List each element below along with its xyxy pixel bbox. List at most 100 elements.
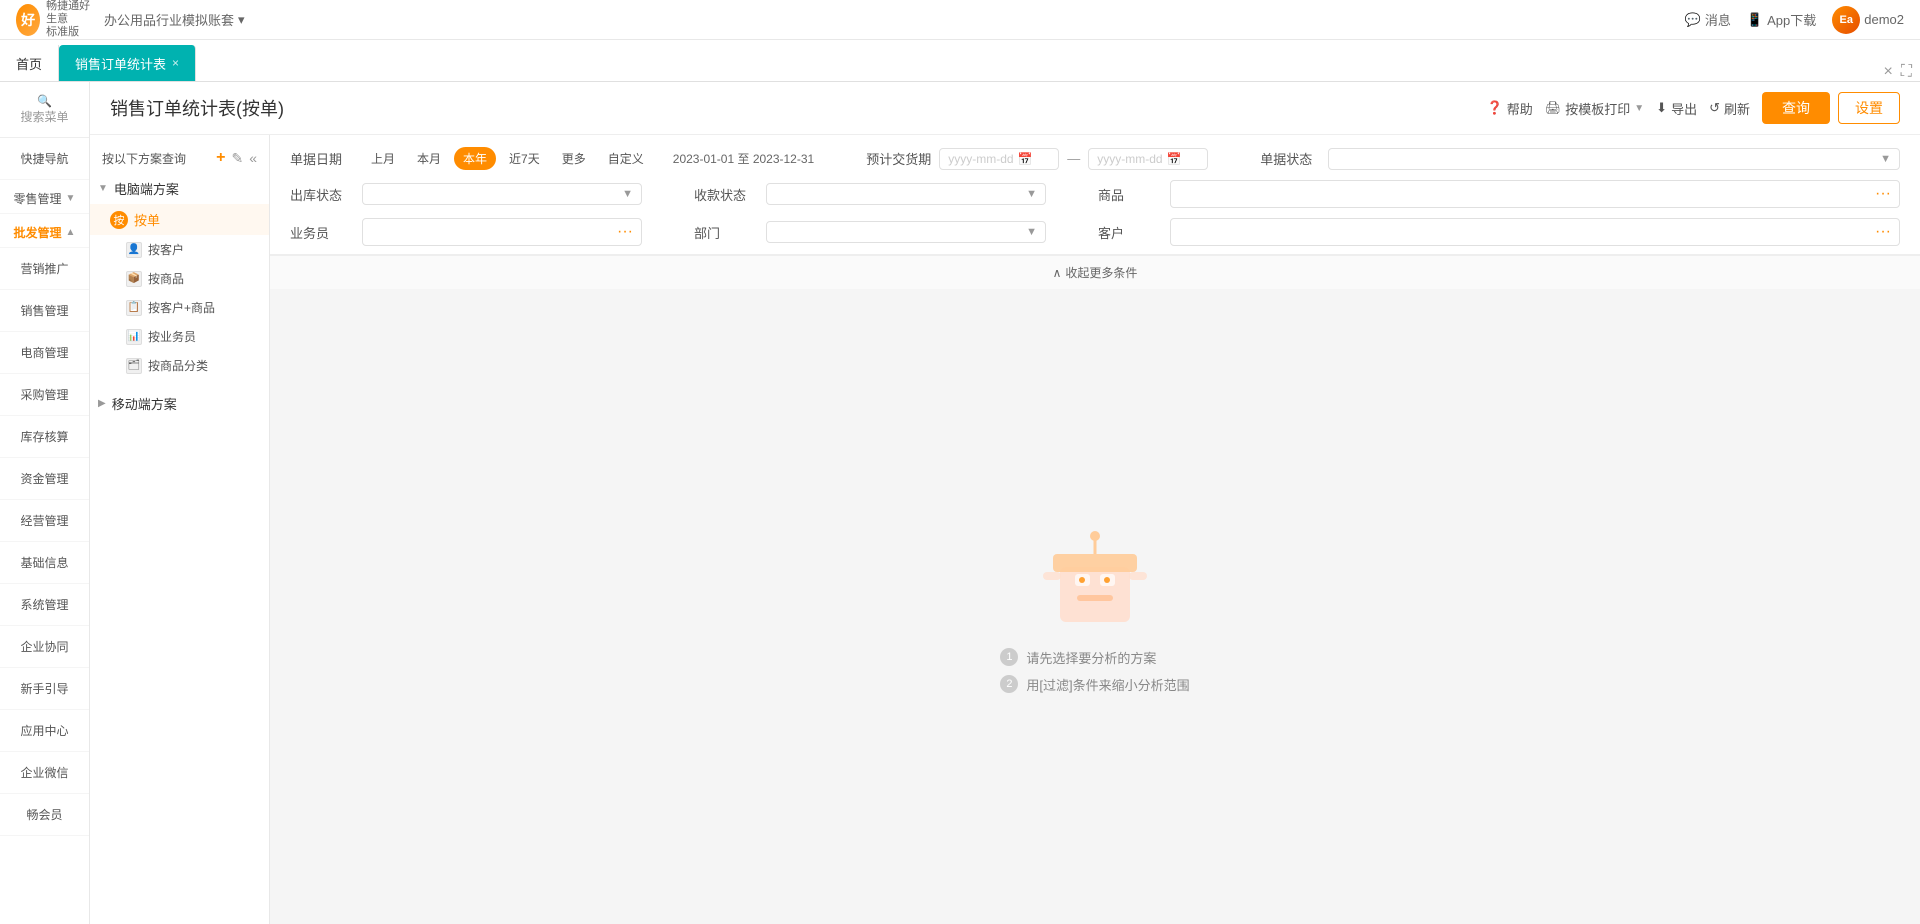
message-action[interactable]: 💬 消息 (1685, 10, 1731, 29)
date-btn-7days[interactable]: 近7天 (500, 147, 549, 170)
date-label: 单据日期 (290, 149, 350, 168)
tree-item-by-salesperson[interactable]: 📊 按业务员 (90, 322, 269, 351)
export-label: 导出 (1671, 99, 1697, 118)
content-body: 按以下方案查询 + ✎ « ▼ 电脑端方案 按 按单 (90, 135, 1920, 924)
status-group: 单据状态 ▼ (1260, 148, 1900, 170)
settings-button[interactable]: 设置 (1838, 92, 1900, 124)
receipt-status-label: 收款状态 (694, 185, 754, 204)
window-close-icon[interactable]: × (1883, 63, 1892, 81)
avatar: Ea (1832, 6, 1860, 34)
salesperson-dots[interactable]: ··· (617, 223, 633, 241)
marketing-label: 营销推广 (20, 262, 68, 276)
tree-item-by-goods[interactable]: 📦 按商品 (90, 264, 269, 293)
refresh-button[interactable]: ↺ 刷新 (1709, 99, 1750, 118)
status-label: 单据状态 (1260, 149, 1320, 168)
date-quick-buttons: 上月 本月 本年 近7天 更多 自定义 (362, 147, 653, 170)
tree-item-by-customer[interactable]: 👤 按客户 (90, 235, 269, 264)
date-btn-custom[interactable]: 自定义 (599, 147, 653, 170)
sidebar-item-marketing[interactable]: 营销推广 (0, 248, 89, 290)
date-btn-this-year[interactable]: 本年 (454, 147, 496, 170)
date-btn-more[interactable]: 更多 (553, 147, 595, 170)
tree-item-by-cust-goods[interactable]: 📋 按客户+商品 (90, 293, 269, 322)
logo-text: 畅捷通好生意 标准版 (46, 0, 96, 39)
tree-mobile-label: 移动端方案 (112, 394, 177, 413)
user-action[interactable]: Ea demo2 (1832, 6, 1904, 34)
customer-input[interactable]: ··· (1170, 218, 1900, 246)
filter-row-1: 单据日期 上月 本月 本年 近7天 更多 自定义 2023-01-01 至 20… (270, 135, 1920, 255)
sidebar-item-system[interactable]: 系统管理 (0, 584, 89, 626)
collapse-panel-button[interactable]: « (249, 150, 257, 166)
sidebar-item-collab[interactable]: 企业协同 (0, 626, 89, 668)
dept-select[interactable]: ▼ (766, 221, 1046, 243)
sidebar-item-inventory[interactable]: 库存核算 (0, 416, 89, 458)
collapse-bar[interactable]: ∧ 收起更多条件 (270, 255, 1920, 289)
sidebar-item-operation[interactable]: 经营管理 (0, 500, 89, 542)
print-button[interactable]: 🖨 按模板打印 ▼ (1545, 99, 1644, 118)
date-btn-last-month[interactable]: 上月 (362, 147, 404, 170)
tree-item-by-category[interactable]: 🗂 按商品分类 (90, 351, 269, 380)
sidebar-item-vip[interactable]: 畅会员 (0, 794, 89, 836)
date-separator: — (1067, 151, 1080, 166)
sidebar-item-finance[interactable]: 资金管理 (0, 458, 89, 500)
goods-dots[interactable]: ··· (1875, 185, 1891, 203)
search-icon: 🔍 (4, 94, 85, 108)
status-down-arrow-icon: ▼ (1880, 153, 1891, 165)
tab-sales-stats[interactable]: 销售订单统计表 × (59, 45, 196, 81)
expected-date-to[interactable]: yyyy-mm-dd 📅 (1088, 148, 1208, 170)
tree-item-by-order[interactable]: 按 按单 (90, 204, 269, 235)
date-btn-this-month[interactable]: 本月 (408, 147, 450, 170)
status-select[interactable]: ▼ (1328, 148, 1900, 170)
by-cust-goods-icon: 📋 (126, 300, 142, 316)
goods-input[interactable]: ··· (1170, 180, 1900, 208)
page-header: 销售订单统计表(按单) ❓ 帮助 🖨 按模板打印 ▼ ⬇ 导出 ↺ 刷新 (90, 82, 1920, 135)
left-panel: 按以下方案查询 + ✎ « ▼ 电脑端方案 按 按单 (90, 135, 270, 924)
customer-dots[interactable]: ··· (1875, 223, 1891, 241)
sidebar-item-wholesale[interactable]: 批发管理 ▲ (0, 214, 89, 248)
appcenter-label: 应用中心 (20, 724, 68, 738)
out-status-arrow-icon: ▼ (622, 188, 633, 200)
content-area: 销售订单统计表(按单) ❓ 帮助 🖨 按模板打印 ▼ ⬇ 导出 ↺ 刷新 (90, 82, 1920, 924)
query-settings-group: 查询 设置 (1762, 92, 1900, 124)
message-label: 消息 (1705, 10, 1731, 29)
receipt-status-select[interactable]: ▼ (766, 183, 1046, 205)
logo-icon: 好 (16, 4, 40, 36)
sidebar-item-wecom[interactable]: 企业微信 (0, 752, 89, 794)
tree-item-by-cust-goods-label: 按客户+商品 (148, 299, 215, 316)
quick-nav-label: 快捷导航 (4, 150, 85, 167)
operation-label: 经营管理 (20, 514, 68, 528)
sidebar-search[interactable]: 🔍 搜索菜单 (0, 82, 89, 138)
expected-date-from[interactable]: yyyy-mm-dd 📅 (939, 148, 1059, 170)
date-range-display: 2023-01-01 至 2023-12-31 (673, 150, 814, 167)
export-button[interactable]: ⬇ 导出 (1656, 99, 1697, 118)
tab-bar-actions: × ⛶ (1875, 63, 1920, 81)
tab-home[interactable]: 首页 (0, 45, 59, 81)
filter-row-2: 出库状态 ▼ 收款状态 ▼ 商品 (290, 180, 1900, 208)
edit-scheme-button[interactable]: ✎ (231, 150, 243, 167)
tree-pc-section: ▼ 电脑端方案 (90, 173, 269, 204)
sidebar-item-newbie[interactable]: 新手引导 (0, 668, 89, 710)
out-status-select[interactable]: ▼ (362, 183, 642, 205)
print-arrow-icon: ▼ (1634, 103, 1644, 114)
help-button[interactable]: ❓ 帮助 (1487, 99, 1533, 118)
top-bar-left: 好 畅捷通好生意 标准版 办公用品行业模拟账套 ▾ (16, 0, 245, 39)
breadcrumb[interactable]: 办公用品行业模拟账套 ▾ (104, 10, 245, 29)
app-download-action[interactable]: 📱 App下载 (1747, 10, 1816, 29)
help-icon: ❓ (1487, 100, 1503, 116)
sidebar-item-appcenter[interactable]: 应用中心 (0, 710, 89, 752)
finance-label: 资金管理 (20, 472, 68, 486)
tab-close-icon[interactable]: × (172, 56, 179, 70)
salesperson-input[interactable]: ··· (362, 218, 642, 246)
sidebar-item-basic[interactable]: 基础信息 (0, 542, 89, 584)
dept-arrow-icon: ▼ (1026, 226, 1037, 238)
sidebar-search-label: 搜索菜单 (4, 108, 85, 125)
left-panel-title: 按以下方案查询 (102, 150, 186, 167)
sidebar-item-sales[interactable]: 销售管理 (0, 290, 89, 332)
sidebar-item-retail[interactable]: 零售管理 ▼ (0, 180, 89, 214)
sidebar-quick-nav[interactable]: 快捷导航 (0, 138, 89, 180)
left-panel-header: 按以下方案查询 + ✎ « (90, 143, 269, 173)
add-scheme-button[interactable]: + (216, 149, 225, 167)
sidebar-item-ecommerce[interactable]: 电商管理 (0, 332, 89, 374)
query-button[interactable]: 查询 (1762, 92, 1830, 124)
window-max-icon[interactable]: ⛶ (1901, 63, 1912, 81)
sidebar-item-purchase[interactable]: 采购管理 (0, 374, 89, 416)
